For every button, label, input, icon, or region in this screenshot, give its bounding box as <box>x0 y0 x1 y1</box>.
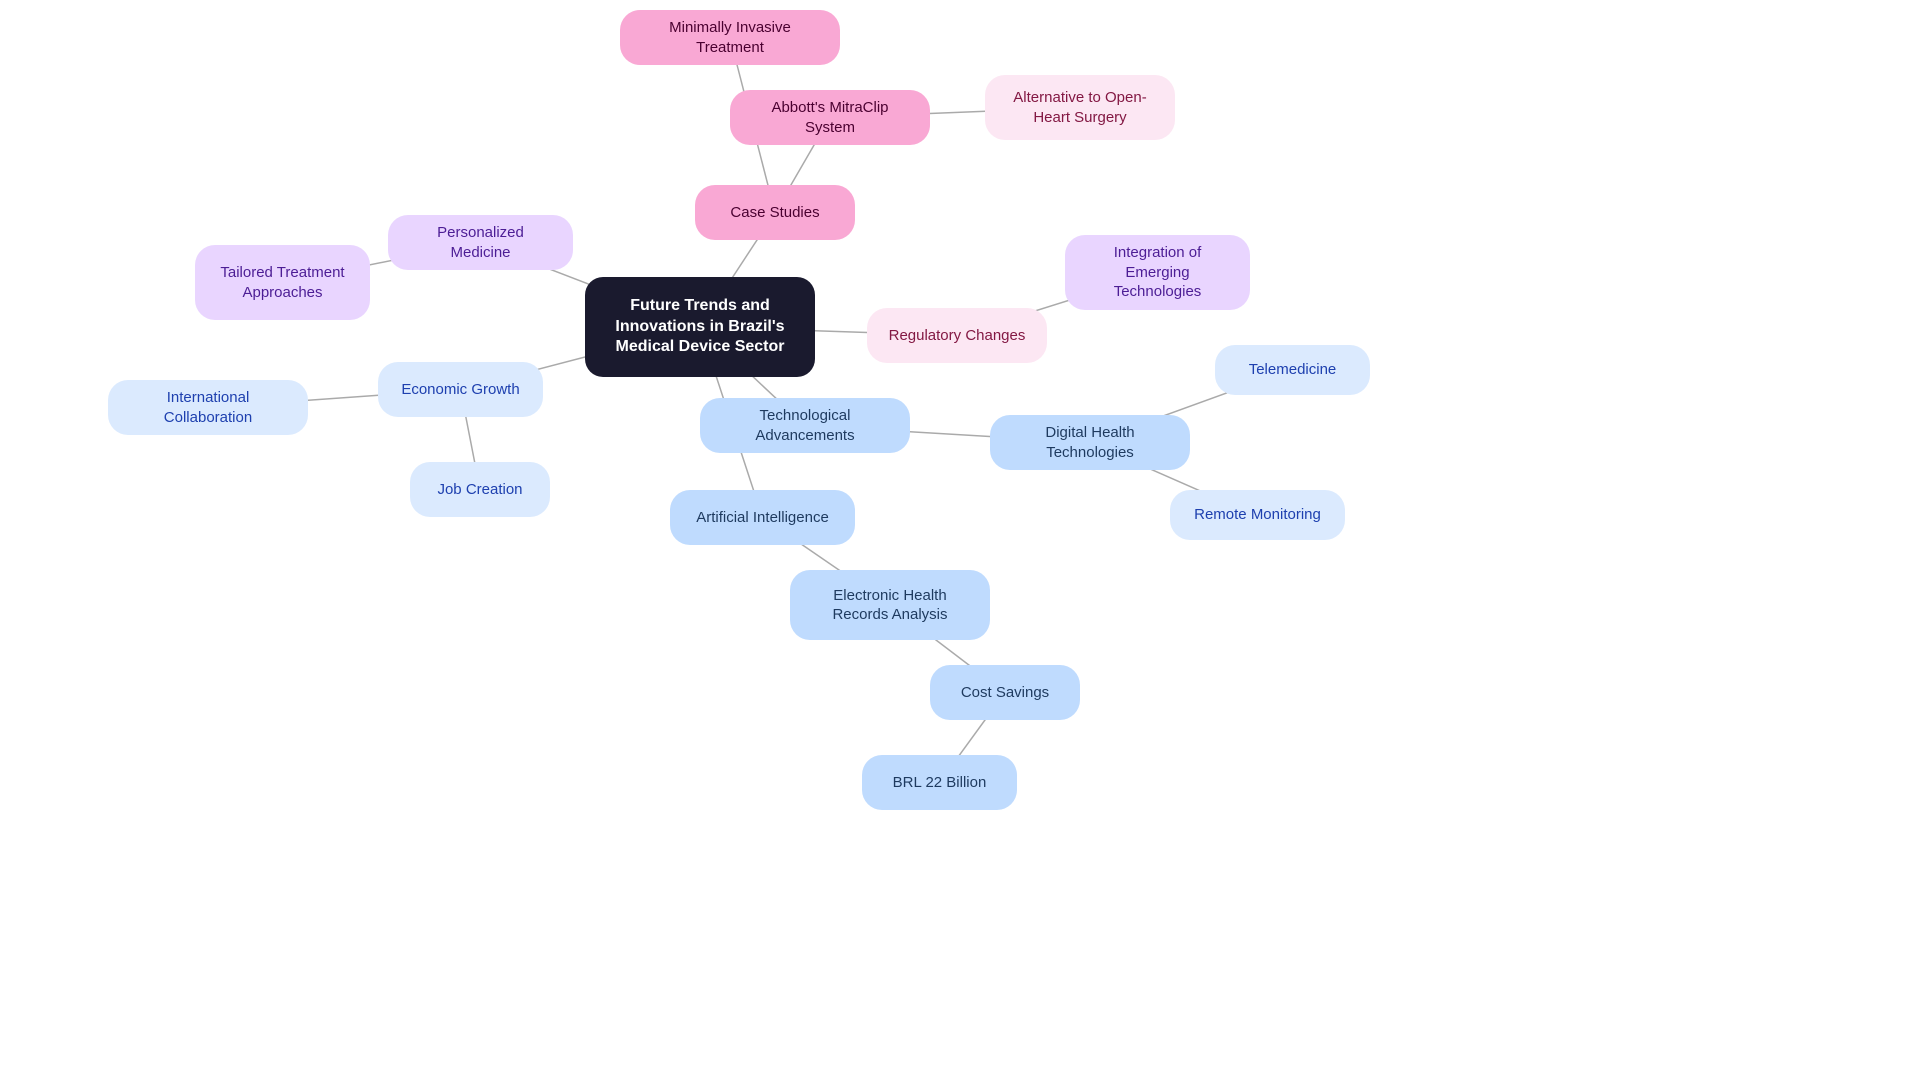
node-tech-advancements: Technological Advancements <box>700 398 910 453</box>
node-electronic-health: Electronic Health Records Analysis <box>790 570 990 640</box>
node-alternative-open-heart: Alternative to Open-Heart Surgery <box>985 75 1175 140</box>
node-case-studies: Case Studies <box>695 185 855 240</box>
node-tailored-treatment: Tailored Treatment Approaches <box>195 245 370 320</box>
node-remote-monitoring: Remote Monitoring <box>1170 490 1345 540</box>
node-minimally-invasive: Minimally Invasive Treatment <box>620 10 840 65</box>
node-integration-emerging: Integration of Emerging Technologies <box>1065 235 1250 310</box>
node-personalized-medicine: Personalized Medicine <box>388 215 573 270</box>
node-brl-22-billion: BRL 22 Billion <box>862 755 1017 810</box>
node-digital-health: Digital Health Technologies <box>990 415 1190 470</box>
node-economic-growth: Economic Growth <box>378 362 543 417</box>
node-artificial-intelligence: Artificial Intelligence <box>670 490 855 545</box>
node-job-creation: Job Creation <box>410 462 550 517</box>
node-cost-savings: Cost Savings <box>930 665 1080 720</box>
node-abbott-mitra: Abbott's MitraClip System <box>730 90 930 145</box>
center-node: Future Trends and Innovations in Brazil'… <box>585 277 815 377</box>
node-telemedicine: Telemedicine <box>1215 345 1370 395</box>
node-regulatory-changes: Regulatory Changes <box>867 308 1047 363</box>
node-international-collab: International Collaboration <box>108 380 308 435</box>
